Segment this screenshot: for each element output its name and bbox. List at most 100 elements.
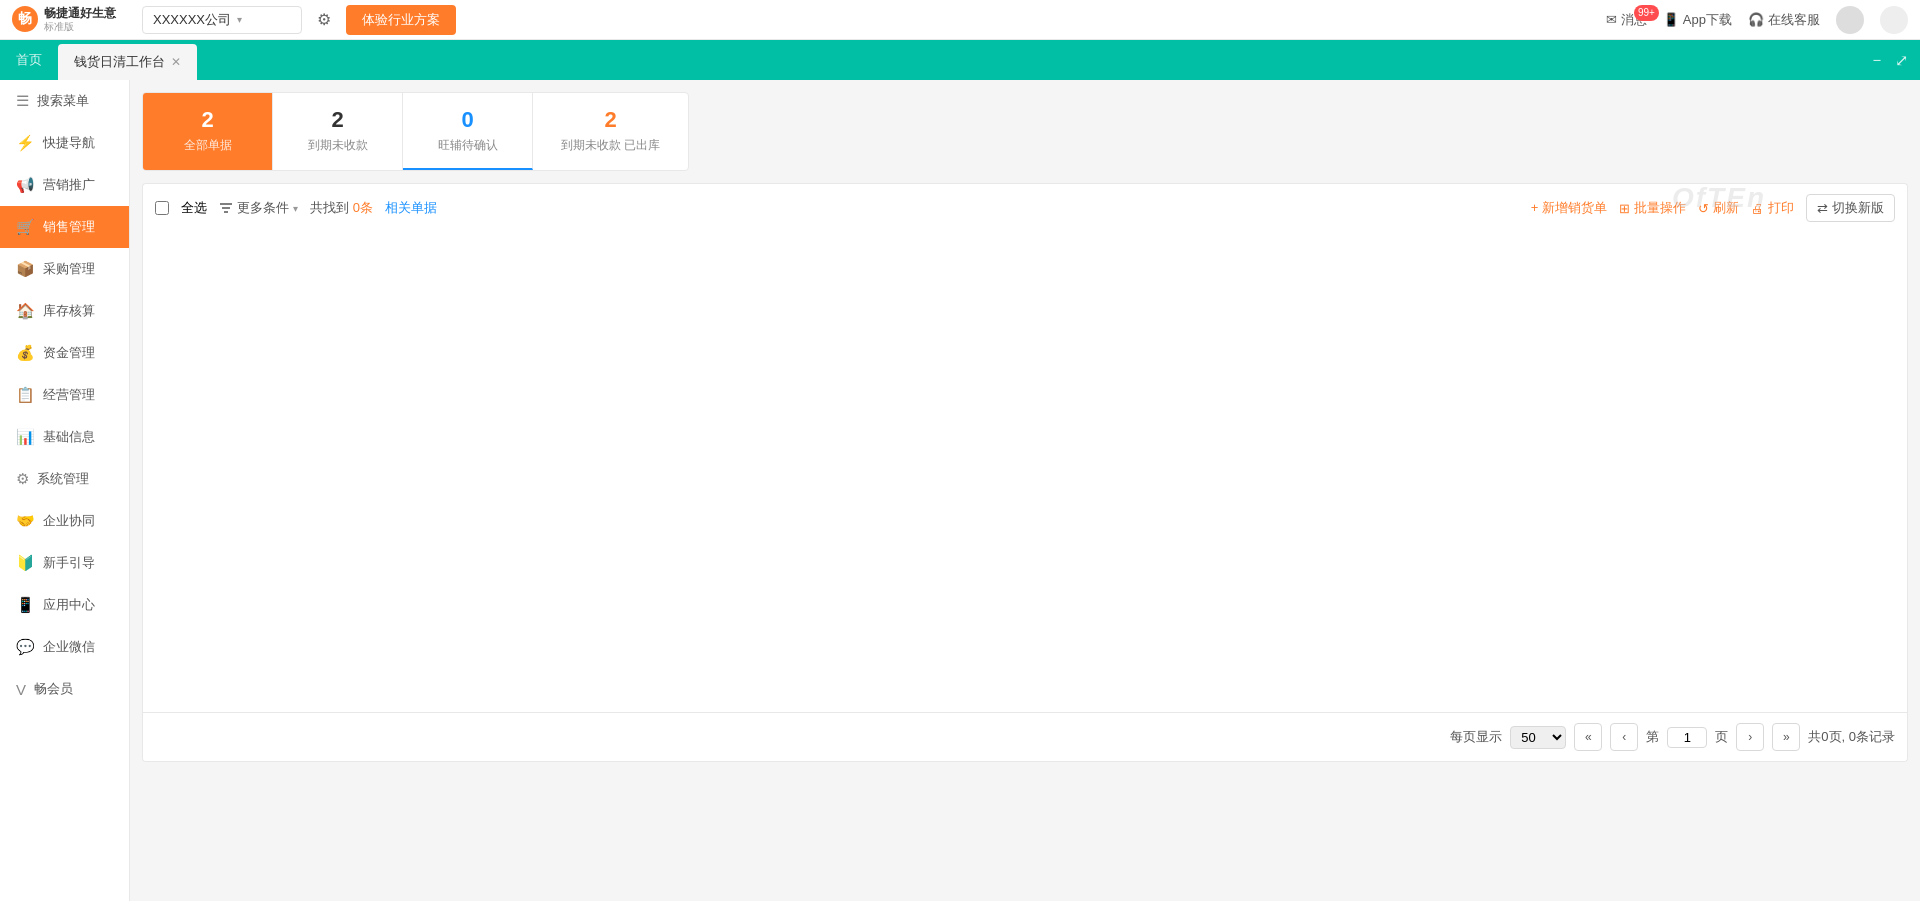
pagination-bar: 每页显示 50 100 200 « ‹ 第 页 › » 共0页, 0条记录	[143, 712, 1907, 761]
logo-icon: 畅	[12, 6, 38, 32]
refresh-icon: ↺	[1698, 201, 1709, 216]
stat-card-wangfu[interactable]: 0 旺辅待确认	[403, 93, 533, 170]
sidebar-item-appstore-label: 应用中心	[43, 596, 95, 614]
sales-icon: 🛒	[16, 218, 35, 236]
refresh-button[interactable]: ↺ 刷新	[1698, 199, 1739, 217]
avatar[interactable]	[1836, 6, 1864, 34]
filter-icon	[219, 201, 233, 215]
sidebar-item-operations[interactable]: 📋 经营管理	[0, 374, 129, 416]
app-download-label: App下载	[1683, 11, 1732, 29]
page-suffix: 页	[1715, 728, 1728, 746]
print-button[interactable]: 🖨 打印	[1751, 199, 1794, 217]
total-info: 共0页, 0条记录	[1808, 728, 1895, 746]
settings-icon[interactable]: ⚙	[310, 6, 338, 34]
stat-card-all[interactable]: 2 全部单据	[143, 93, 273, 170]
prev-page-button[interactable]: ‹	[1610, 723, 1638, 751]
company-selector[interactable]: XXXXXX公司 ▾	[142, 6, 302, 34]
select-all-label: 全选	[181, 199, 207, 217]
batch-label: 批量操作	[1634, 199, 1686, 217]
search-menu-icon: ☰	[16, 92, 29, 110]
sidebar-item-purchase-label: 采购管理	[43, 260, 95, 278]
content-area: 2 全部单据 2 到期未收款 0 旺辅待确认 2 到期未收款 已出库 全选	[130, 80, 1920, 901]
per-page-label: 每页显示	[1450, 728, 1502, 746]
refresh-label: 刷新	[1713, 199, 1739, 217]
sidebar-item-search-label: 搜索菜单	[37, 92, 89, 110]
tab-bar: 首页 钱货日清工作台 ✕ － ⤢	[0, 40, 1920, 80]
batch-operation-button[interactable]: ⊞ 批量操作	[1619, 199, 1686, 217]
marketing-icon: 📢	[16, 176, 35, 194]
stat-overdue-number: 2	[301, 107, 374, 133]
tab-workbench[interactable]: 钱货日清工作台 ✕	[58, 44, 197, 80]
stat-shipped-number: 2	[561, 107, 660, 133]
message-button[interactable]: ✉ 消息 99+	[1606, 11, 1647, 29]
sidebar-item-finance[interactable]: 💰 资金管理	[0, 332, 129, 374]
message-badge: 99+	[1634, 5, 1659, 21]
member-icon: V	[16, 681, 26, 698]
tab-maximize-icon[interactable]: ⤢	[1895, 51, 1908, 70]
sidebar-item-wechat[interactable]: 💬 企业微信	[0, 626, 129, 668]
last-page-button[interactable]: »	[1772, 723, 1800, 751]
sidebar-item-quicknav[interactable]: ⚡ 快捷导航	[0, 122, 129, 164]
first-page-button[interactable]: «	[1574, 723, 1602, 751]
table-body-empty	[143, 232, 1907, 712]
sidebar-item-marketing-label: 营销推广	[43, 176, 95, 194]
sidebar-item-search[interactable]: ☰ 搜索菜单	[0, 80, 129, 122]
avatar-extra[interactable]	[1880, 6, 1908, 34]
stat-wangfu-number: 0	[431, 107, 504, 133]
stat-card-overdue[interactable]: 2 到期未收款	[273, 93, 403, 170]
collab-icon: 🤝	[16, 512, 35, 530]
add-order-button[interactable]: + 新增销货单	[1531, 199, 1607, 217]
sidebar-item-guide-label: 新手引导	[43, 554, 95, 572]
filter-button[interactable]: 更多条件 ▾	[219, 199, 298, 217]
tab-minimize-icon[interactable]: －	[1869, 50, 1885, 71]
message-icon: ✉	[1606, 12, 1617, 27]
tab-close-icon[interactable]: ✕	[171, 55, 181, 69]
found-count: 0条	[353, 200, 373, 215]
sidebar-item-inventory[interactable]: 🏠 库存核算	[0, 290, 129, 332]
header-right: ✉ 消息 99+ 📱 App下载 🎧 在线客服	[1606, 6, 1908, 34]
sidebar-item-sales[interactable]: 🛒 销售管理	[0, 206, 129, 248]
select-all-checkbox[interactable]	[155, 201, 169, 215]
print-icon: 🖨	[1751, 201, 1764, 216]
logo-main-text: 畅捷通好生意	[44, 6, 116, 20]
switch-icon: ⇄	[1817, 201, 1828, 216]
switch-version-button[interactable]: ⇄ 切换新版	[1806, 194, 1895, 222]
tab-workbench-label: 钱货日清工作台	[74, 53, 165, 71]
related-orders-button[interactable]: 相关单据	[385, 199, 437, 217]
sidebar-item-wechat-label: 企业微信	[43, 638, 95, 656]
add-icon: + 新增销货单	[1531, 199, 1607, 217]
stat-card-shipped[interactable]: 2 到期未收款 已出库	[533, 93, 688, 170]
next-page-button[interactable]: ›	[1736, 723, 1764, 751]
toolbar: 全选 更多条件 ▾ 共找到 0条 相关单据 + 新增销货单	[142, 183, 1908, 232]
sidebar-item-inventory-label: 库存核算	[43, 302, 95, 320]
wechat-icon: 💬	[16, 638, 35, 656]
basic-info-icon: 📊	[16, 428, 35, 446]
logo-sub-text: 标准版	[44, 21, 116, 33]
sidebar-item-finance-label: 资金管理	[43, 344, 95, 362]
filter-dropdown-icon: ▾	[293, 203, 298, 214]
tab-home[interactable]: 首页	[0, 40, 58, 80]
sidebar-item-purchase[interactable]: 📦 采购管理	[0, 248, 129, 290]
table-area: 每页显示 50 100 200 « ‹ 第 页 › » 共0页, 0条记录	[142, 232, 1908, 762]
stat-shipped-label: 到期未收款 已出库	[561, 137, 660, 154]
trial-button[interactable]: 体验行业方案	[346, 5, 456, 35]
per-page-select[interactable]: 50 100 200	[1510, 726, 1566, 749]
current-page-input[interactable]	[1667, 727, 1707, 748]
sidebar-item-appstore[interactable]: 📱 应用中心	[0, 584, 129, 626]
found-prefix: 共找到	[310, 200, 349, 215]
app-download-button[interactable]: 📱 App下载	[1663, 11, 1732, 29]
sidebar-item-system[interactable]: ⚙ 系统管理	[0, 458, 129, 500]
sidebar-item-guide[interactable]: 🔰 新手引导	[0, 542, 129, 584]
stat-all-label: 全部单据	[171, 137, 244, 154]
sidebar-item-member[interactable]: V 畅会员	[0, 668, 129, 710]
sidebar-item-collab[interactable]: 🤝 企业协同	[0, 500, 129, 542]
dropdown-arrow-icon: ▾	[237, 14, 242, 25]
sidebar-item-marketing[interactable]: 📢 营销推广	[0, 164, 129, 206]
main-layout: ☰ 搜索菜单 ⚡ 快捷导航 📢 营销推广 🛒 销售管理 📦 采购管理 🏠 库存核…	[0, 80, 1920, 901]
guide-icon: 🔰	[16, 554, 35, 572]
sidebar-item-basic-info[interactable]: 📊 基础信息	[0, 416, 129, 458]
switch-label: 切换新版	[1832, 199, 1884, 217]
stat-all-number: 2	[171, 107, 244, 133]
online-service-button[interactable]: 🎧 在线客服	[1748, 11, 1820, 29]
toolbar-right: + 新增销货单 ⊞ 批量操作 ↺ 刷新 🖨 打印 ⇄ 切换新版	[1531, 194, 1895, 222]
